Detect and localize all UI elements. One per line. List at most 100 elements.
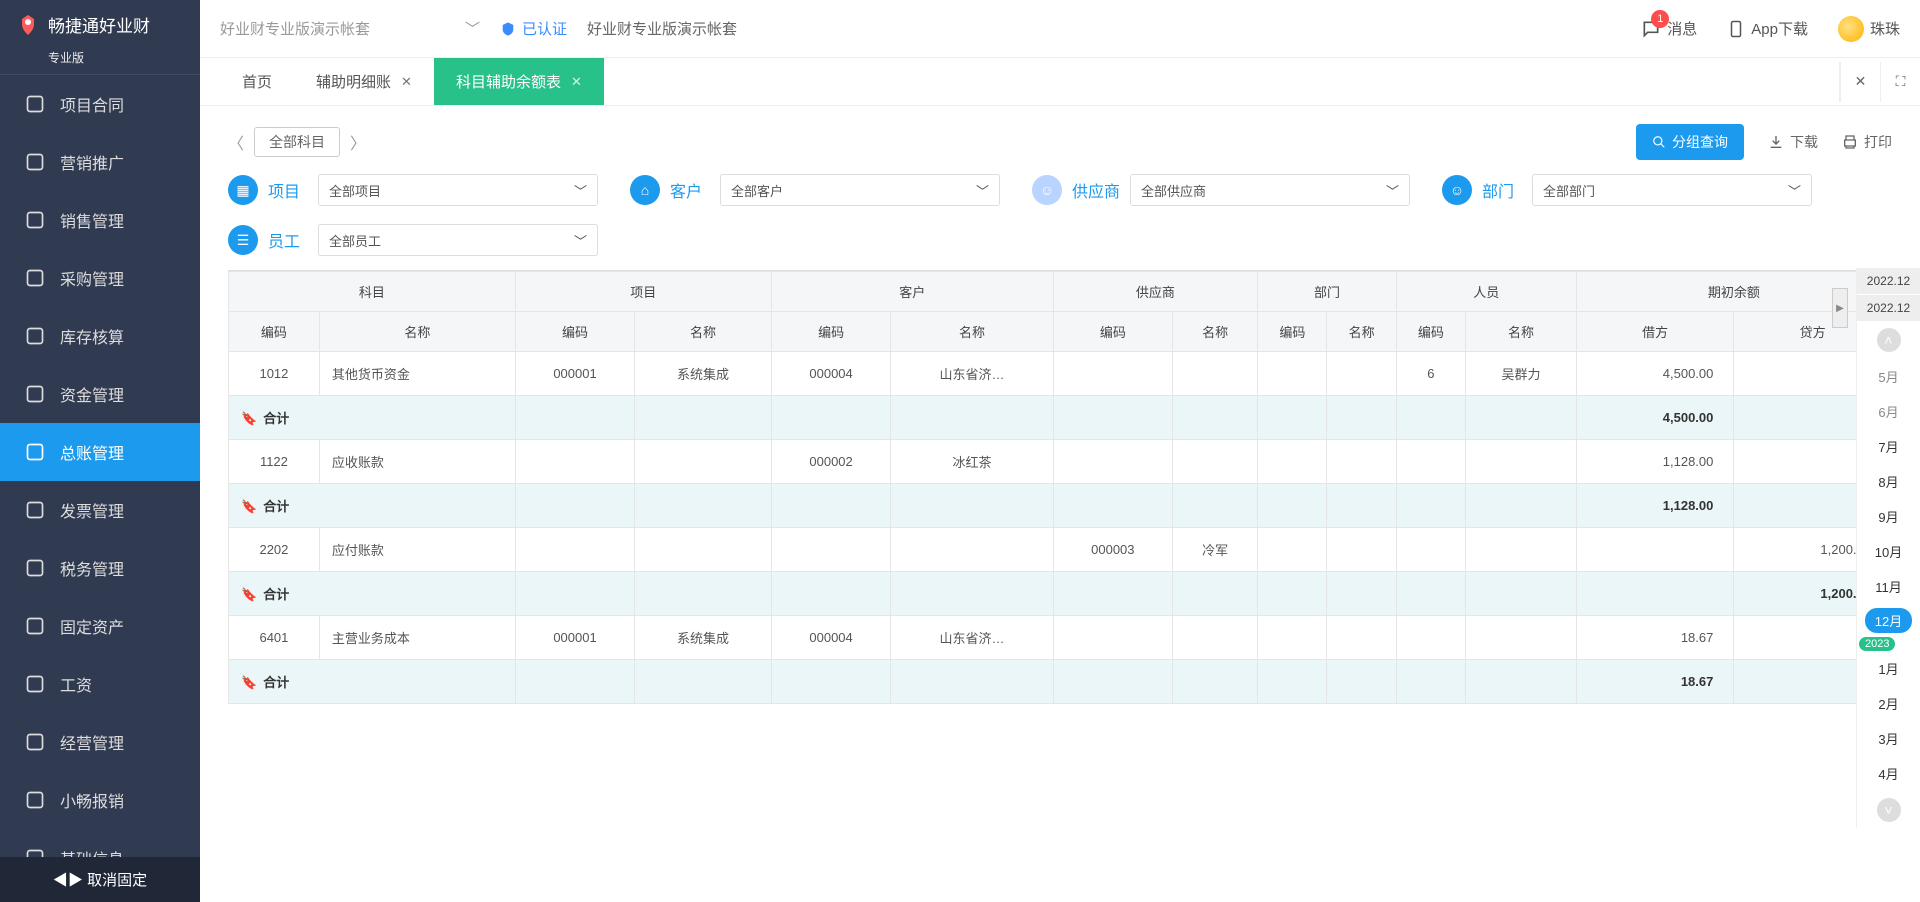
group-query-button[interactable]: 分组查询 — [1636, 124, 1744, 160]
page-tab-0[interactable]: 首页 — [220, 58, 294, 105]
sidebar-item-label: 固定资产 — [60, 614, 124, 638]
col-sub: 编码 — [1396, 312, 1465, 352]
nav-icon — [24, 151, 46, 173]
sidebar-item-6[interactable]: 总账管理 — [0, 423, 200, 481]
breadcrumb: 〈 全部科目 〉 — [228, 127, 366, 157]
period-month[interactable]: 8月 — [1857, 464, 1920, 499]
download-app-button[interactable]: App下载 — [1727, 18, 1808, 39]
filter-label-supplier: 供应商 — [1072, 178, 1120, 202]
sidebar-item-12[interactable]: 小畅报销 — [0, 771, 200, 829]
crumb-current[interactable]: 全部科目 — [254, 127, 340, 157]
col-sub: 编码 — [1258, 312, 1327, 352]
nav-icon — [24, 673, 46, 695]
bookmark-icon: 🔖 — [241, 411, 257, 426]
col-group: 科目 — [229, 272, 516, 312]
col-group: 项目 — [515, 272, 771, 312]
nav-icon — [24, 441, 46, 463]
bookmark-icon: 🔖 — [241, 675, 257, 690]
sidebar-item-2[interactable]: 销售管理 — [0, 191, 200, 249]
sidebar-item-4[interactable]: 库存核算 — [0, 307, 200, 365]
download-button[interactable]: 下载 — [1768, 132, 1818, 152]
filter-label-employee: 员工 — [268, 228, 308, 252]
sidebar-item-label: 发票管理 — [60, 498, 124, 522]
filter-select-employee[interactable]: 全部员工﹀ — [318, 224, 598, 256]
filter-select-project[interactable]: 全部项目﹀ — [318, 174, 598, 206]
period-end[interactable]: 2022.12 — [1857, 295, 1920, 321]
account-select[interactable]: 好业财专业版演示帐套 ﹀ — [220, 18, 480, 39]
nav-icon — [24, 209, 46, 231]
sidebar-item-7[interactable]: 发票管理 — [0, 481, 200, 539]
sidebar-item-1[interactable]: 营销推广 — [0, 133, 200, 191]
fullscreen-button[interactable]: ⛶ — [1880, 62, 1920, 102]
chevron-down-icon: ﹀ — [465, 18, 480, 39]
page-tab-2[interactable]: 科目辅助余额表✕ — [434, 58, 604, 105]
col-sub: 名称 — [319, 312, 515, 352]
period-month[interactable]: 9月 — [1857, 499, 1920, 534]
messages-button[interactable]: 1 消息 — [1641, 18, 1697, 39]
period-month[interactable]: 4月 — [1857, 756, 1920, 791]
unpin-button[interactable]: ◀▶ 取消固定 — [0, 857, 200, 902]
sidebar-item-9[interactable]: 固定资产 — [0, 597, 200, 655]
table-row[interactable]: 2202应付账款000003冷军1,200.00 — [229, 528, 1892, 572]
filter-label-dept: 部门 — [1482, 178, 1522, 202]
sidebar-item-label: 库存核算 — [60, 324, 124, 348]
dept-icon: ☺ — [1442, 175, 1472, 205]
period-month[interactable]: 6月 — [1857, 394, 1920, 429]
col-sub: 编码 — [1053, 312, 1172, 352]
sidebar-item-label: 项目合同 — [60, 92, 124, 116]
sidebar-item-label: 资金管理 — [60, 382, 124, 406]
period-panel: 2022.12 2022.12 ˄ 5月6月7月8月9月10月11月12月202… — [1856, 268, 1920, 828]
user-menu[interactable]: 珠珠 — [1838, 16, 1900, 42]
print-button[interactable]: 打印 — [1842, 132, 1892, 152]
col-group: 人员 — [1396, 272, 1576, 312]
filter-select-customer[interactable]: 全部客户﹀ — [720, 174, 1000, 206]
filter-label-customer: 客户 — [670, 178, 710, 202]
crumb-next[interactable]: 〉 — [350, 130, 366, 154]
sidebar-item-5[interactable]: 资金管理 — [0, 365, 200, 423]
sidebar-item-11[interactable]: 经营管理 — [0, 713, 200, 771]
sidebar-item-8[interactable]: 税务管理 — [0, 539, 200, 597]
filter-select-dept[interactable]: 全部部门﹀ — [1532, 174, 1812, 206]
table-row[interactable]: 6401主营业务成本000001系统集成000004山东省济…18.67 — [229, 616, 1892, 660]
period-month[interactable]: 1月 — [1857, 651, 1920, 686]
tab-close-button[interactable]: ✕ — [1840, 62, 1880, 102]
page-tab-1[interactable]: 辅助明细账✕ — [294, 58, 434, 105]
grid-expand-icon[interactable]: ▶ — [1832, 288, 1848, 328]
col-sub: 名称 — [1327, 312, 1396, 352]
nav-icon — [24, 499, 46, 521]
period-month[interactable]: 11月 — [1857, 569, 1920, 604]
table-row[interactable]: 1122应收账款000002冰红茶1,128.00 — [229, 440, 1892, 484]
col-sub: 编码 — [229, 312, 320, 352]
nav-icon — [24, 615, 46, 637]
sidebar-item-3[interactable]: 采购管理 — [0, 249, 200, 307]
tab-close-icon[interactable]: ✕ — [401, 74, 412, 90]
col-group: 部门 — [1258, 272, 1397, 312]
period-month[interactable]: 5月 — [1857, 359, 1920, 394]
period-month[interactable]: 10月 — [1857, 534, 1920, 569]
sidebar-item-label: 税务管理 — [60, 556, 124, 580]
period-down-icon[interactable]: ˅ — [1877, 798, 1901, 822]
edition-badge: 专业版 — [0, 49, 200, 75]
filter-select-supplier[interactable]: 全部供应商﹀ — [1130, 174, 1410, 206]
avatar-icon — [1838, 16, 1864, 42]
period-month[interactable]: 2月 — [1857, 686, 1920, 721]
table-sum-row: 🔖合计18.67 — [229, 660, 1892, 704]
table-row[interactable]: 1012其他货币资金000001系统集成000004山东省济…6吴群力4,500… — [229, 352, 1892, 396]
col-sub: 名称 — [891, 312, 1053, 352]
sidebar-item-10[interactable]: 工资 — [0, 655, 200, 713]
col-sub: 编码 — [771, 312, 890, 352]
brand-row: 畅捷通好业财 — [0, 0, 200, 49]
tab-close-icon[interactable]: ✕ — [571, 74, 582, 90]
sidebar-item-label: 营销推广 — [60, 150, 124, 174]
period-month[interactable]: 7月 — [1857, 429, 1920, 464]
period-month[interactable]: 3月 — [1857, 721, 1920, 756]
period-up-icon[interactable]: ˄ — [1877, 328, 1901, 352]
brand-name: 畅捷通好业财 — [48, 12, 150, 37]
period-start[interactable]: 2022.12 — [1857, 268, 1920, 294]
crumb-prev[interactable]: 〈 — [228, 130, 244, 154]
sidebar-item-0[interactable]: 项目合同 — [0, 75, 200, 133]
supplier-icon: ☺ — [1032, 175, 1062, 205]
col-sub: 名称 — [1173, 312, 1258, 352]
chevron-down-icon: ﹀ — [1386, 181, 1399, 200]
period-month-selected[interactable]: 12月 — [1865, 608, 1912, 633]
